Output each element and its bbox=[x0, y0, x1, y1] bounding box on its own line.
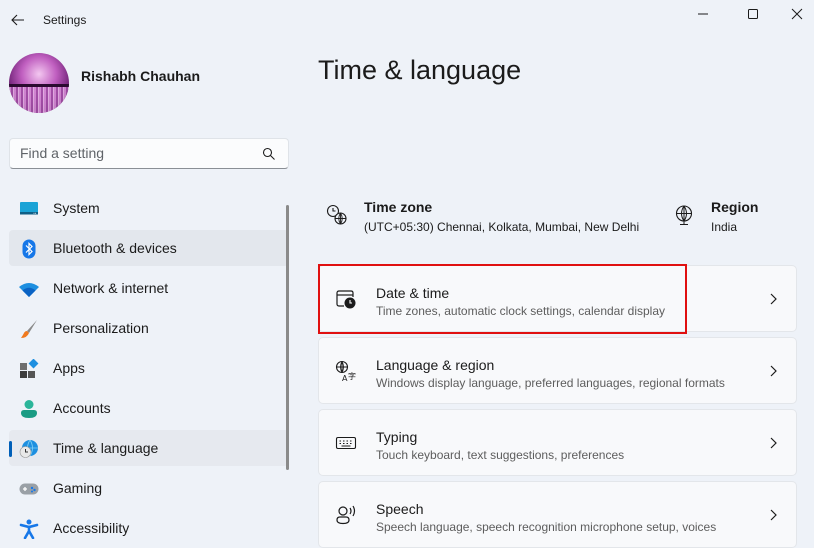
avatar-water bbox=[9, 87, 69, 113]
sidebar-scrollbar[interactable] bbox=[286, 205, 289, 470]
chevron-right-icon bbox=[770, 293, 777, 305]
card-title: Speech bbox=[376, 501, 424, 517]
sidebar-item-label: System bbox=[53, 200, 100, 216]
apps-icon bbox=[20, 359, 39, 378]
accessibility-icon bbox=[19, 519, 39, 539]
svg-text:字: 字 bbox=[348, 371, 356, 381]
sidebar-item-gaming[interactable]: Gaming bbox=[9, 470, 289, 506]
sidebar-item-label: Bluetooth & devices bbox=[53, 240, 177, 256]
card-speech[interactable]: Speech Speech language, speech recogniti… bbox=[318, 481, 797, 548]
bluetooth-icon bbox=[22, 239, 36, 259]
system-icon bbox=[20, 202, 38, 215]
brush-icon bbox=[21, 320, 37, 338]
user-name: Rishabh Chauhan bbox=[81, 68, 201, 84]
card-description: Speech language, speech recognition micr… bbox=[376, 520, 717, 534]
back-arrow-icon bbox=[11, 14, 24, 26]
card-title: Typing bbox=[376, 429, 418, 445]
gamepad-icon bbox=[19, 483, 39, 495]
sidebar-item-personalization[interactable]: Personalization bbox=[9, 310, 289, 346]
speech-icon bbox=[336, 505, 356, 525]
page-title: Time & language bbox=[318, 55, 522, 85]
search-input[interactable] bbox=[20, 145, 250, 161]
card-description: Windows display language, preferred lang… bbox=[376, 376, 725, 390]
sidebar-item-apps[interactable]: Apps bbox=[9, 350, 289, 386]
card-typing[interactable]: Typing Touch keyboard, text suggestions,… bbox=[318, 409, 797, 476]
sidebar-item-bluetooth[interactable]: Bluetooth & devices bbox=[9, 230, 289, 266]
sidebar-item-system[interactable]: System bbox=[9, 190, 289, 226]
minimize-icon bbox=[698, 13, 708, 15]
sidebar-item-label: Apps bbox=[53, 360, 85, 376]
region-value: India bbox=[711, 220, 738, 234]
time-zone-value: (UTC+05:30) Chennai, Kolkata, Mumbai, Ne… bbox=[364, 220, 640, 234]
sidebar-item-time-language[interactable]: Time & language bbox=[9, 430, 289, 466]
selected-indicator bbox=[9, 441, 12, 457]
card-date-time[interactable]: Date & time Time zones, automatic clock … bbox=[318, 265, 797, 332]
time-zone-label: Time zone bbox=[364, 199, 433, 215]
search-box[interactable] bbox=[9, 138, 289, 169]
globe-icon bbox=[675, 205, 693, 225]
region-label: Region bbox=[711, 199, 759, 215]
close-icon bbox=[791, 8, 803, 20]
card-description: Time zones, automatic clock settings, ca… bbox=[376, 304, 666, 318]
back-button[interactable] bbox=[6, 6, 30, 34]
close-button[interactable] bbox=[774, 0, 814, 28]
wifi-icon bbox=[19, 283, 39, 297]
card-title: Date & time bbox=[376, 285, 450, 301]
minimize-button[interactable] bbox=[680, 0, 726, 28]
chevron-right-icon bbox=[770, 509, 777, 521]
calendar-clock-icon bbox=[336, 290, 356, 309]
sidebar-item-label: Accessibility bbox=[53, 520, 130, 536]
maximize-button[interactable] bbox=[730, 0, 776, 28]
app-title: Settings bbox=[43, 13, 87, 27]
card-title: Language & region bbox=[376, 357, 495, 373]
accounts-icon bbox=[21, 400, 37, 418]
search-icon[interactable] bbox=[262, 147, 276, 161]
title-bar: Settings bbox=[0, 0, 814, 40]
language-icon: A字 bbox=[335, 360, 356, 382]
card-language-region[interactable]: A字 Language & region Windows display lan… bbox=[318, 337, 797, 404]
chevron-right-icon bbox=[770, 437, 777, 449]
sidebar-item-label: Accounts bbox=[53, 400, 111, 416]
sidebar-item-accessibility[interactable]: Accessibility bbox=[9, 510, 289, 546]
card-description: Touch keyboard, text suggestions, prefer… bbox=[376, 448, 625, 462]
sidebar-item-label: Network & internet bbox=[53, 280, 169, 296]
time-zone-icon bbox=[326, 204, 347, 225]
sidebar-item-label: Time & language bbox=[53, 440, 159, 456]
sidebar-item-label: Personalization bbox=[53, 320, 149, 336]
sidebar-item-label: Gaming bbox=[53, 480, 103, 496]
sidebar-item-accounts[interactable]: Accounts bbox=[9, 390, 289, 426]
chevron-right-icon bbox=[770, 365, 777, 377]
maximize-icon bbox=[748, 9, 758, 19]
sidebar-nav: System Bluetooth & devices Network & int… bbox=[9, 190, 289, 548]
avatar[interactable] bbox=[9, 53, 69, 113]
keyboard-icon bbox=[335, 436, 357, 450]
time-language-icon bbox=[19, 439, 38, 458]
sidebar-item-network[interactable]: Network & internet bbox=[9, 270, 289, 306]
